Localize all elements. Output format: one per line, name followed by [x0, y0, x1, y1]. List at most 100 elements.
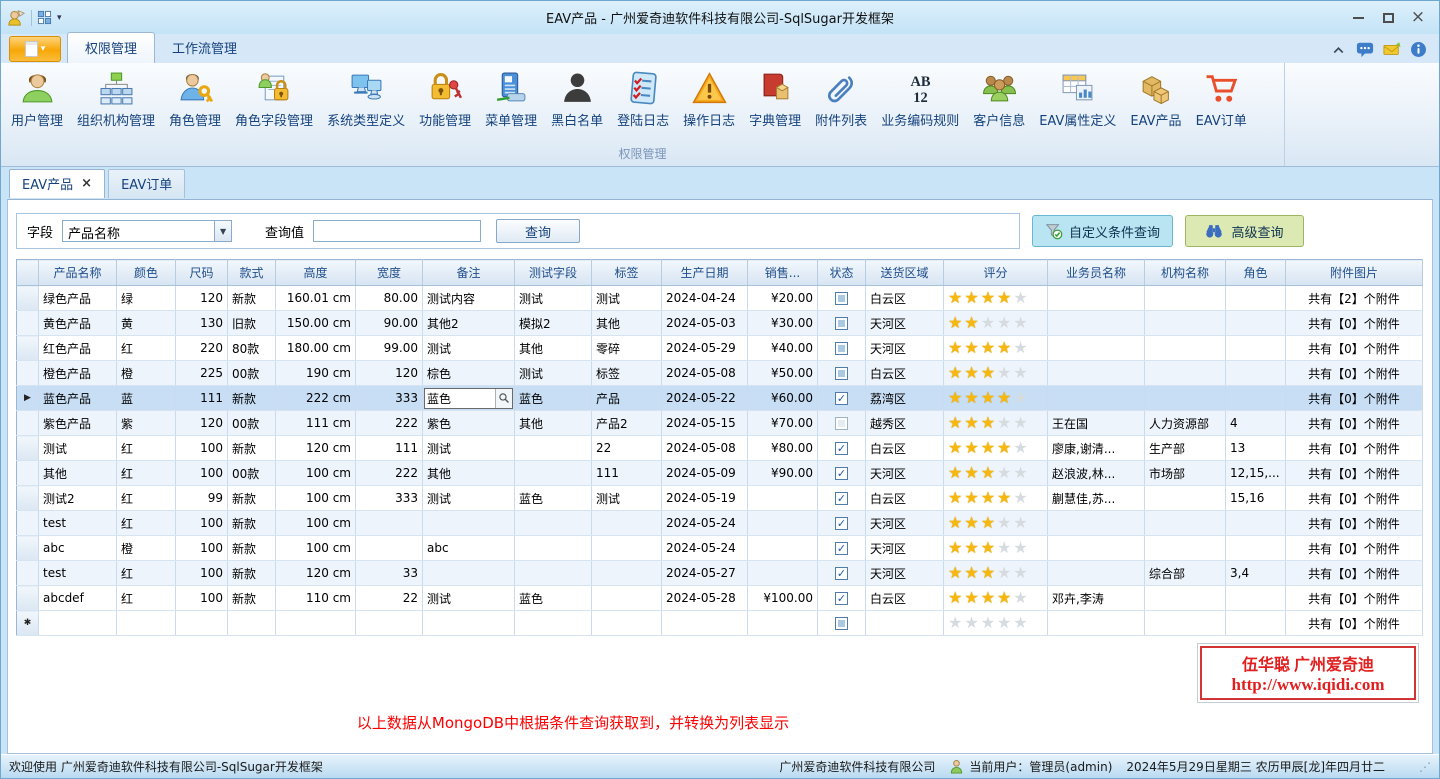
- rating-stars-3-of-5[interactable]: ★★★★★: [948, 513, 1030, 532]
- cell-org[interactable]: [1144, 585, 1226, 611]
- cell-remark[interactable]: 测试: [422, 585, 515, 611]
- cell-price[interactable]: ¥50.00: [747, 360, 818, 386]
- cell-name[interactable]: test: [38, 560, 117, 586]
- cell-status[interactable]: ✓: [817, 535, 866, 561]
- row-selector[interactable]: [16, 285, 39, 311]
- cell-name[interactable]: 其他: [38, 460, 117, 486]
- cell-status[interactable]: [817, 310, 866, 336]
- rating-stars-4-of-5[interactable]: ★★★★★: [948, 338, 1030, 357]
- star-empty-icon[interactable]: ★: [1013, 313, 1029, 332]
- cell-role[interactable]: [1225, 535, 1286, 561]
- cell-testfield[interactable]: [514, 560, 592, 586]
- cell-role[interactable]: [1225, 360, 1286, 386]
- cell-height[interactable]: 190 cm: [275, 360, 356, 386]
- cell-color[interactable]: 紫: [116, 410, 176, 436]
- column-header-date[interactable]: 生产日期: [661, 259, 748, 286]
- cell-area[interactable]: 越秀区: [865, 410, 944, 436]
- cell-color[interactable]: 红: [116, 335, 176, 361]
- cell-tag[interactable]: 产品2: [591, 410, 662, 436]
- cell-org[interactable]: [1144, 310, 1226, 336]
- star-filled-icon[interactable]: ★: [997, 338, 1013, 357]
- cell-role[interactable]: 12,15,...: [1225, 460, 1286, 486]
- star-empty-icon[interactable]: ★: [1013, 513, 1029, 532]
- cell-status[interactable]: [817, 335, 866, 361]
- row-selector[interactable]: [16, 460, 39, 486]
- cell-testfield[interactable]: [514, 435, 592, 461]
- cell-area[interactable]: 天河区: [865, 535, 944, 561]
- cell-color[interactable]: 红: [116, 460, 176, 486]
- star-empty-icon[interactable]: ★: [981, 313, 997, 332]
- cell-role[interactable]: 4: [1225, 410, 1286, 436]
- star-empty-icon[interactable]: ★: [1013, 463, 1029, 482]
- maximize-button[interactable]: [1373, 7, 1403, 29]
- cell-height[interactable]: 160.01 cm: [275, 285, 356, 311]
- cell-width[interactable]: 111: [355, 435, 423, 461]
- status-checkbox-checked[interactable]: ✓: [835, 392, 848, 405]
- star-filled-icon[interactable]: ★: [981, 463, 997, 482]
- star-filled-icon[interactable]: ★: [964, 488, 980, 507]
- cell-tag[interactable]: 零碎: [591, 335, 662, 361]
- magnifier-lookup-button[interactable]: [495, 388, 512, 408]
- document-tab-1[interactable]: EAV产品 ×: [9, 169, 106, 198]
- star-filled-icon[interactable]: ★: [981, 338, 997, 357]
- star-filled-icon[interactable]: ★: [981, 538, 997, 557]
- cell-style[interactable]: 新款: [227, 535, 276, 561]
- cell-rating[interactable]: ★★★★★: [943, 610, 1048, 636]
- cell-testfield[interactable]: 其他: [514, 335, 592, 361]
- cell-area[interactable]: [865, 610, 944, 636]
- column-header-price[interactable]: 销售...: [747, 259, 818, 286]
- star-filled-icon[interactable]: ★: [997, 488, 1013, 507]
- cell-testfield[interactable]: [514, 460, 592, 486]
- cell-width[interactable]: 222: [355, 460, 423, 486]
- star-empty-icon[interactable]: ★: [1013, 488, 1029, 507]
- column-header-rating[interactable]: 评分: [943, 259, 1048, 286]
- cell-height[interactable]: 100 cm: [275, 510, 356, 536]
- minimize-button[interactable]: [1343, 7, 1373, 29]
- column-header-testfield[interactable]: 测试字段: [514, 259, 592, 286]
- cell-role[interactable]: [1225, 335, 1286, 361]
- cell-attach[interactable]: 共有【0】个附件: [1285, 385, 1423, 411]
- rating-stars-3-of-5[interactable]: ★★★★★: [948, 413, 1030, 432]
- star-filled-icon[interactable]: ★: [997, 588, 1013, 607]
- cell-price[interactable]: [747, 610, 818, 636]
- cell-date[interactable]: 2024-04-24: [661, 285, 748, 311]
- rating-stars-4-of-5[interactable]: ★★★★★: [948, 488, 1030, 507]
- ribbon-button-dict-book[interactable]: 字典管理: [742, 68, 808, 132]
- star-filled-icon[interactable]: ★: [964, 288, 980, 307]
- cell-size[interactable]: 100: [175, 535, 228, 561]
- status-checkbox-checked[interactable]: ✓: [835, 517, 848, 530]
- cell-testfield[interactable]: [514, 510, 592, 536]
- rating-stars-0-of-5[interactable]: ★★★★★: [948, 613, 1030, 632]
- cell-attach[interactable]: 共有【0】个附件: [1285, 610, 1423, 636]
- cell-size[interactable]: 99: [175, 485, 228, 511]
- cell-role[interactable]: 13: [1225, 435, 1286, 461]
- row-selector-header[interactable]: [16, 259, 39, 286]
- status-checkbox-checked[interactable]: ✓: [835, 567, 848, 580]
- cell-color[interactable]: 红: [116, 510, 176, 536]
- row-selector[interactable]: [16, 485, 39, 511]
- star-filled-icon[interactable]: ★: [948, 463, 964, 482]
- cell-date[interactable]: 2024-05-19: [661, 485, 748, 511]
- row-selector[interactable]: [16, 510, 39, 536]
- close-button[interactable]: ×: [1403, 7, 1433, 29]
- cell-price[interactable]: [747, 560, 818, 586]
- star-filled-icon[interactable]: ★: [981, 288, 997, 307]
- cell-style[interactable]: 新款: [227, 560, 276, 586]
- cell-remark[interactable]: 其他: [422, 460, 515, 486]
- star-filled-icon[interactable]: ★: [997, 288, 1013, 307]
- cell-attach[interactable]: 共有【2】个附件: [1285, 285, 1423, 311]
- cell-color[interactable]: 黄: [116, 310, 176, 336]
- cell-size[interactable]: 111: [175, 385, 228, 411]
- query-value-input[interactable]: [313, 220, 482, 242]
- cell-testfield[interactable]: 蓝色: [514, 585, 592, 611]
- cell-price[interactable]: ¥20.00: [747, 285, 818, 311]
- ribbon-button-warning[interactable]: 操作日志: [676, 68, 742, 132]
- row-selector[interactable]: [16, 535, 39, 561]
- star-filled-icon[interactable]: ★: [948, 363, 964, 382]
- cell-width[interactable]: [355, 610, 423, 636]
- cell-salesman[interactable]: [1047, 285, 1145, 311]
- cell-salesman[interactable]: [1047, 535, 1145, 561]
- cell-salesman[interactable]: [1047, 385, 1145, 411]
- cell-area[interactable]: 天河区: [865, 560, 944, 586]
- cell-area[interactable]: 天河区: [865, 335, 944, 361]
